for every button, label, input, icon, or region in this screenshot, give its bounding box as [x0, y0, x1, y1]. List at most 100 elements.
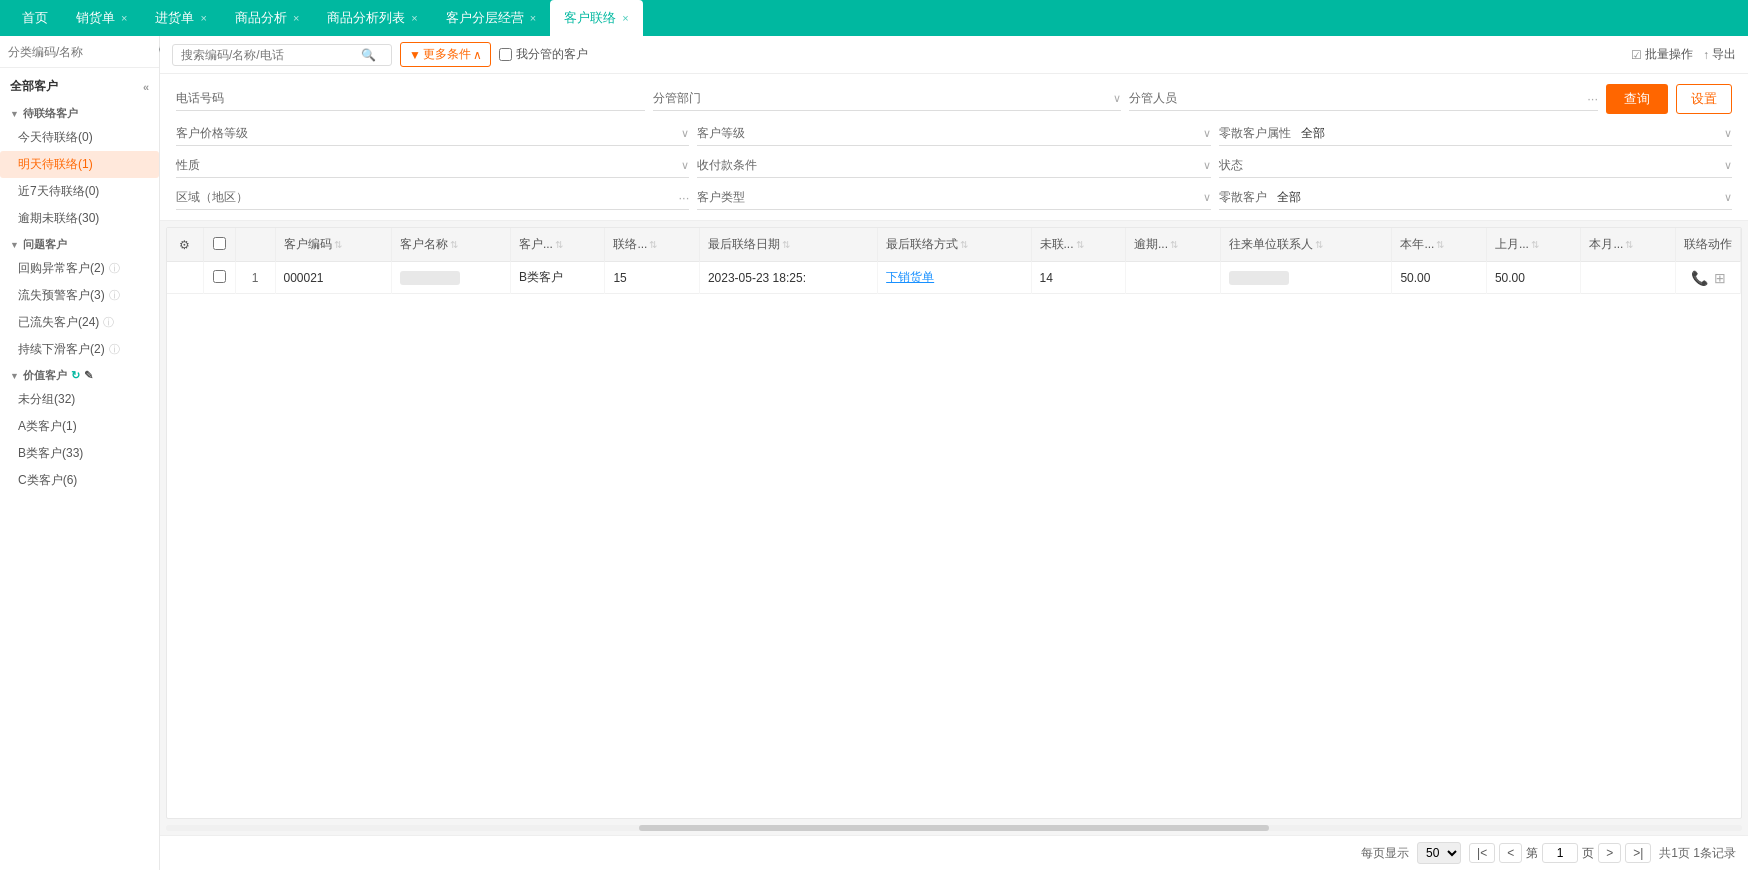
- sidebar-all-customers[interactable]: 全部客户 «: [0, 72, 159, 101]
- my-customers-checkbox[interactable]: [499, 48, 512, 61]
- last-page-button[interactable]: >|: [1625, 843, 1651, 863]
- sort-icon[interactable]: ⇅: [649, 239, 657, 250]
- page-label: 第: [1526, 845, 1538, 862]
- sort-icon[interactable]: ⇅: [450, 239, 458, 250]
- close-icon[interactable]: ×: [293, 12, 299, 24]
- th-gear[interactable]: ⚙: [167, 228, 203, 262]
- td-check[interactable]: [203, 262, 235, 294]
- nav-sales-order[interactable]: 销货单 ×: [62, 0, 141, 36]
- sidebar-value-section: 价值客户 ↻ ✎: [0, 363, 159, 386]
- sort-icon[interactable]: ⇅: [1076, 239, 1084, 250]
- export-button[interactable]: 导出: [1703, 46, 1736, 63]
- th-this-month: 本月...⇅: [1581, 228, 1676, 262]
- sidebar: 🔍 全部客户 « 待联络客户 今天待联络(0) 明天待联络(1) 近7天待联络(…: [0, 36, 160, 870]
- nav-product-analysis[interactable]: 商品分析 ×: [221, 0, 313, 36]
- info-icon: ⓘ: [109, 342, 120, 357]
- grid-action-icon[interactable]: ⊞: [1714, 270, 1726, 286]
- sidebar-item-7days-pending[interactable]: 近7天待联络(0): [0, 178, 159, 205]
- ellipsis-icon[interactable]: ···: [678, 190, 689, 205]
- sort-icon[interactable]: ⇅: [1436, 239, 1444, 250]
- my-customers-toggle[interactable]: 我分管的客户: [499, 46, 588, 63]
- th-company-contacts: 往来单位联系人⇅: [1220, 228, 1392, 262]
- status-field: 状态 ∨: [1219, 154, 1732, 178]
- sidebar-item-churned[interactable]: 已流失客户(24) ⓘ: [0, 309, 159, 336]
- chevron-down-icon: ∨: [1203, 159, 1211, 172]
- prev-page-button[interactable]: <: [1499, 843, 1522, 863]
- sort-icon[interactable]: ⇅: [1315, 239, 1323, 250]
- td-last-month: 50.00: [1486, 262, 1581, 294]
- td-last-contact-method[interactable]: 下销货单: [878, 262, 1031, 294]
- sidebar-item-a-class[interactable]: A类客户(1): [0, 413, 159, 440]
- pagination: |< < 第 页 > >|: [1469, 843, 1651, 863]
- sort-icon[interactable]: ⇅: [1625, 239, 1633, 250]
- nav-customer-contact[interactable]: 客户联络 ×: [550, 0, 642, 36]
- scrollbar-thumb[interactable]: [639, 825, 1269, 831]
- sidebar-item-ungrouped[interactable]: 未分组(32): [0, 386, 159, 413]
- close-icon[interactable]: ×: [200, 12, 206, 24]
- retail-customer-field: 零散客户 全部 ∨: [1219, 186, 1732, 210]
- close-icon[interactable]: ×: [121, 12, 127, 24]
- close-icon[interactable]: ×: [622, 12, 628, 24]
- sidebar-item-overdue-pending[interactable]: 逾期未联络(30): [0, 205, 159, 232]
- action-icons: 📞 ⊞: [1684, 270, 1732, 286]
- td-code: 000021: [275, 262, 391, 294]
- th-no-contact: 未联...⇅: [1031, 228, 1126, 262]
- nav-purchase-order[interactable]: 进货单 ×: [141, 0, 220, 36]
- sort-icon[interactable]: ⇅: [782, 239, 790, 250]
- th-name: 客户名称⇅: [391, 228, 510, 262]
- phone-action-icon[interactable]: 📞: [1691, 270, 1708, 286]
- nav-customer-tier[interactable]: 客户分层经营 ×: [432, 0, 550, 36]
- horizontal-scrollbar[interactable]: [166, 825, 1742, 831]
- sidebar-search-input[interactable]: [8, 45, 158, 59]
- chevron-down-icon: ∨: [1724, 191, 1732, 204]
- set-button[interactable]: 设置: [1676, 84, 1732, 114]
- manager-field: 分管人员 ···: [1129, 87, 1598, 111]
- table-row: 1 000021 B类客户 15 2023-05-23 18:25: 下销货单 …: [167, 262, 1741, 294]
- sort-icon[interactable]: ⇅: [555, 239, 563, 250]
- refresh-icon[interactable]: ↻: [71, 369, 80, 382]
- th-last-contact-date: 最后联络日期⇅: [699, 228, 877, 262]
- nav-home[interactable]: 首页: [8, 0, 62, 36]
- more-conditions-button[interactable]: ▼ 更多条件 ∧: [400, 42, 491, 67]
- query-button[interactable]: 查询: [1606, 84, 1668, 114]
- filter-row-2: 客户价格等级 ∨ 客户等级 ∨ 零散客户属性 全部 ∨: [176, 122, 1732, 146]
- th-check[interactable]: [203, 228, 235, 262]
- page-size-select[interactable]: 50: [1417, 842, 1461, 864]
- next-page-button[interactable]: >: [1598, 843, 1621, 863]
- chevron-down-icon: ∨: [1113, 92, 1121, 105]
- page-size-label: 每页显示: [1361, 845, 1409, 862]
- sidebar-item-today-pending[interactable]: 今天待联络(0): [0, 124, 159, 151]
- row-checkbox[interactable]: [213, 270, 226, 283]
- close-icon[interactable]: ×: [530, 12, 536, 24]
- nav-product-analysis-list[interactable]: 商品分析列表 ×: [313, 0, 431, 36]
- td-overdue: [1126, 262, 1221, 294]
- sidebar-item-churn-warning[interactable]: 流失预警客户(3) ⓘ: [0, 282, 159, 309]
- search-icon[interactable]: 🔍: [361, 48, 376, 62]
- edit-icon[interactable]: ✎: [84, 369, 93, 382]
- ellipsis-icon[interactable]: ···: [1587, 91, 1598, 106]
- sidebar-item-tomorrow-pending[interactable]: 明天待联络(1): [0, 151, 159, 178]
- sidebar-item-b-class[interactable]: B类客户(33): [0, 440, 159, 467]
- sort-icon[interactable]: ⇅: [334, 239, 342, 250]
- close-icon[interactable]: ×: [411, 12, 417, 24]
- batch-op-button[interactable]: 批量操作: [1631, 46, 1693, 63]
- customers-table: ⚙ 客户编码⇅ 客户名称⇅ 客户...⇅ 联络...⇅ 最后联络日期⇅ 最后联络…: [167, 228, 1741, 294]
- sidebar-pending-section: 待联络客户: [0, 101, 159, 124]
- sidebar-item-c-class[interactable]: C类客户(6): [0, 467, 159, 494]
- sort-icon[interactable]: ⇅: [1170, 239, 1178, 250]
- page-number-input[interactable]: [1542, 843, 1578, 863]
- sort-icon[interactable]: ⇅: [1531, 239, 1539, 250]
- search-input[interactable]: [181, 48, 361, 62]
- sidebar-item-abnormal[interactable]: 回购异常客户(2) ⓘ: [0, 255, 159, 282]
- sidebar-body: 全部客户 « 待联络客户 今天待联络(0) 明天待联络(1) 近7天待联络(0)…: [0, 68, 159, 870]
- th-code: 客户编码⇅: [275, 228, 391, 262]
- select-all-checkbox[interactable]: [213, 237, 226, 250]
- table-header-row: ⚙ 客户编码⇅ 客户名称⇅ 客户...⇅ 联络...⇅ 最后联络日期⇅ 最后联络…: [167, 228, 1741, 262]
- sidebar-search-bar: 🔍: [0, 36, 159, 68]
- filter-row-1: 电话号码 分管部门 ∨ 分管人员 ··· 查询 设置: [176, 84, 1732, 114]
- sidebar-item-declining[interactable]: 持续下滑客户(2) ⓘ: [0, 336, 159, 363]
- sort-icon[interactable]: ⇅: [960, 239, 968, 250]
- first-page-button[interactable]: |<: [1469, 843, 1495, 863]
- td-num: 1: [235, 262, 275, 294]
- filter-row-3: 性质 ∨ 收付款条件 ∨ 状态 ∨: [176, 154, 1732, 178]
